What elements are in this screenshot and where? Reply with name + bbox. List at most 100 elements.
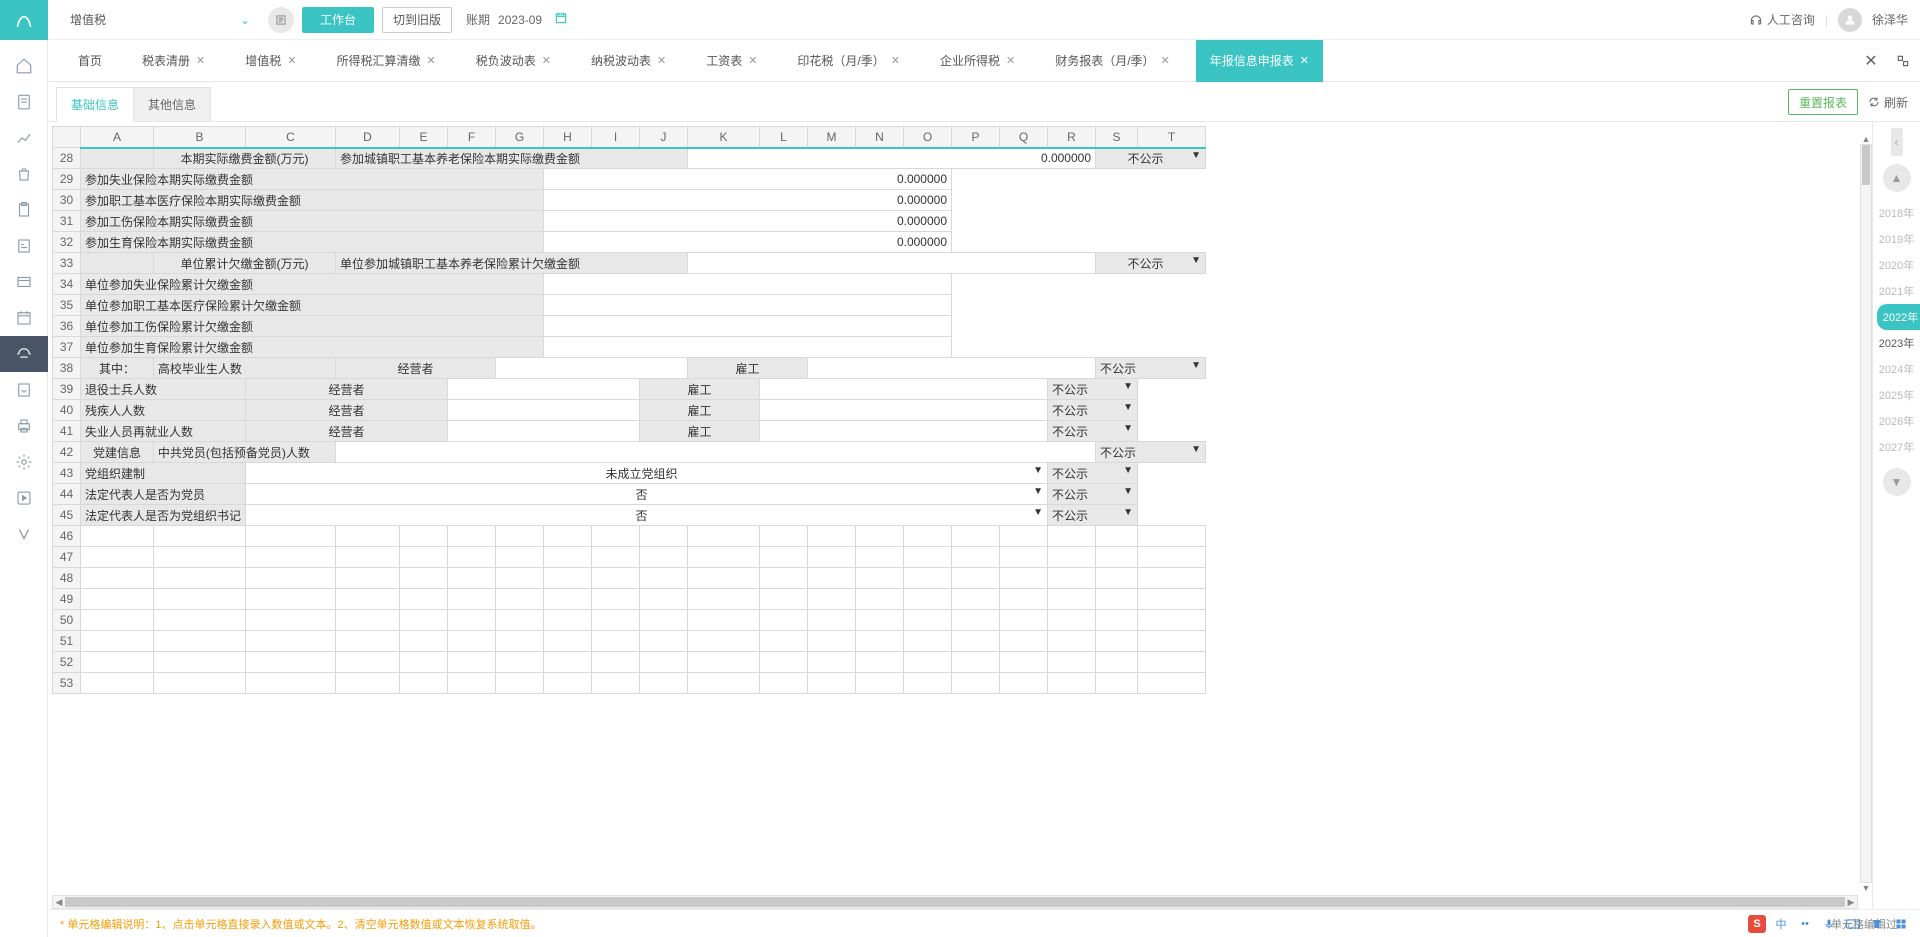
spreadsheet-grid[interactable]: ABCDEFGHIJKLMNOPQRST28本期实际缴费金额(万元)参加城镇职工… (52, 126, 1206, 694)
tab-5[interactable]: 纳税波动表✕ (577, 40, 680, 82)
year-2023年[interactable]: 2023年 (1873, 330, 1920, 356)
col-header-R[interactable]: R (1048, 127, 1096, 148)
collapse-button[interactable] (268, 7, 294, 33)
ime-zh-icon[interactable]: 中 (1772, 915, 1790, 933)
col-header-Q[interactable]: Q (1000, 127, 1048, 148)
ime-skin-icon[interactable] (1868, 915, 1886, 933)
nav-archive-icon[interactable] (0, 372, 48, 408)
scrollbar-horizontal[interactable]: ◀ ▶ (52, 895, 1858, 909)
row-header-32[interactable]: 32 (53, 232, 81, 253)
period-value[interactable]: 2023-09 (498, 13, 542, 27)
col-header-I[interactable]: I (592, 127, 640, 148)
nav-home-icon[interactable] (0, 48, 48, 84)
nav-gear-icon[interactable] (0, 444, 48, 480)
col-header-M[interactable]: M (808, 127, 856, 148)
row-header-43[interactable]: 43 (53, 463, 81, 484)
row-header-44[interactable]: 44 (53, 484, 81, 505)
tab-close-icon[interactable]: ✕ (287, 54, 296, 67)
subtab-basic[interactable]: 基础信息 (56, 87, 134, 122)
scrollbar-h-thumb[interactable] (65, 897, 1845, 907)
scrollbar-vertical[interactable]: ▲ ▼ (1860, 144, 1872, 883)
row-header-28[interactable]: 28 (53, 148, 81, 169)
nav-clipboard-icon[interactable] (0, 192, 48, 228)
year-2027年[interactable]: 2027年 (1873, 434, 1920, 460)
row-header-50[interactable]: 50 (53, 610, 81, 631)
row-header-34[interactable]: 34 (53, 274, 81, 295)
tab-close-icon[interactable]: ✕ (542, 54, 551, 67)
tab-10[interactable]: 年报信息申报表✕ (1196, 40, 1323, 82)
row-header-53[interactable]: 53 (53, 673, 81, 694)
col-header-C[interactable]: C (246, 127, 336, 148)
col-header-E[interactable]: E (400, 127, 448, 148)
tab-4[interactable]: 税负波动表✕ (462, 40, 565, 82)
reset-report-button[interactable]: 重置报表 (1788, 89, 1858, 115)
tab-close-icon[interactable]: ✕ (427, 54, 436, 67)
nav-doc-icon[interactable] (0, 84, 48, 120)
nav-calendar-icon[interactable] (0, 300, 48, 336)
tab-7[interactable]: 印花税（月/季）✕ (783, 40, 914, 82)
col-header-T[interactable]: T (1138, 127, 1206, 148)
row-header-40[interactable]: 40 (53, 400, 81, 421)
tab-close-icon[interactable]: ✕ (657, 54, 666, 67)
tab-6[interactable]: 工资表✕ (692, 40, 771, 82)
col-header-N[interactable]: N (856, 127, 904, 148)
ime-kbd-icon[interactable] (1844, 915, 1862, 933)
row-header-47[interactable]: 47 (53, 547, 81, 568)
nav-report-icon[interactable] (0, 228, 48, 264)
tab-8[interactable]: 企业所得税✕ (926, 40, 1029, 82)
year-2025年[interactable]: 2025年 (1873, 382, 1920, 408)
col-header-S[interactable]: S (1096, 127, 1138, 148)
row-header-41[interactable]: 41 (53, 421, 81, 442)
row-header-38[interactable]: 38 (53, 358, 81, 379)
nav-chart-icon[interactable] (0, 120, 48, 156)
col-header-D[interactable]: D (336, 127, 400, 148)
row-header-51[interactable]: 51 (53, 631, 81, 652)
tab-3[interactable]: 所得税汇算清缴✕ (322, 40, 449, 82)
nav-play-icon[interactable] (0, 480, 48, 516)
col-header-K[interactable]: K (688, 127, 760, 148)
user-avatar[interactable] (1838, 8, 1862, 32)
row-header-46[interactable]: 46 (53, 526, 81, 547)
calendar-icon[interactable] (554, 11, 568, 28)
row-header-45[interactable]: 45 (53, 505, 81, 526)
nav-active-icon[interactable] (0, 336, 48, 372)
year-panel-toggle[interactable]: ‹ (1891, 128, 1903, 156)
tab-close-icon[interactable]: ✕ (1300, 54, 1309, 67)
tab-2[interactable]: 增值税✕ (231, 40, 310, 82)
row-header-49[interactable]: 49 (53, 589, 81, 610)
row-header-37[interactable]: 37 (53, 337, 81, 358)
app-logo[interactable] (0, 0, 48, 40)
row-header-36[interactable]: 36 (53, 316, 81, 337)
tab-close-icon[interactable]: ✕ (891, 54, 900, 67)
tab-close-icon[interactable]: ✕ (196, 54, 205, 67)
row-header-33[interactable]: 33 (53, 253, 81, 274)
refresh-button[interactable]: 刷新 (1868, 94, 1908, 111)
col-header-P[interactable]: P (952, 127, 1000, 148)
tab-close-all-icon[interactable]: ✕ (1860, 50, 1882, 72)
tab-close-icon[interactable]: ✕ (748, 54, 757, 67)
row-header-35[interactable]: 35 (53, 295, 81, 316)
year-2020年[interactable]: 2020年 (1873, 252, 1920, 278)
tab-expand-icon[interactable] (1892, 50, 1914, 72)
tab-close-icon[interactable]: ✕ (1161, 54, 1170, 67)
subtab-other[interactable]: 其他信息 (133, 87, 211, 121)
ime-tool-icon[interactable] (1892, 915, 1910, 933)
year-2018年[interactable]: 2018年 (1873, 200, 1920, 226)
col-header-B[interactable]: B (153, 127, 245, 148)
year-up-button[interactable]: ▲ (1883, 164, 1911, 192)
headset-icon[interactable]: 人工咨询 (1749, 11, 1815, 28)
col-header-L[interactable]: L (760, 127, 808, 148)
year-2024年[interactable]: 2024年 (1873, 356, 1920, 382)
scrollbar-v-thumb[interactable] (1862, 145, 1870, 185)
nav-v-icon[interactable] (0, 516, 48, 552)
row-header-52[interactable]: 52 (53, 652, 81, 673)
tab-9[interactable]: 财务报表（月/季）✕ (1041, 40, 1184, 82)
row-header-48[interactable]: 48 (53, 568, 81, 589)
row-header-39[interactable]: 39 (53, 379, 81, 400)
row-header-42[interactable]: 42 (53, 442, 81, 463)
row-header-29[interactable]: 29 (53, 169, 81, 190)
col-header-J[interactable]: J (640, 127, 688, 148)
year-2026年[interactable]: 2026年 (1873, 408, 1920, 434)
nav-print-icon[interactable] (0, 408, 48, 444)
switch-old-button[interactable]: 切到旧版 (382, 7, 452, 33)
